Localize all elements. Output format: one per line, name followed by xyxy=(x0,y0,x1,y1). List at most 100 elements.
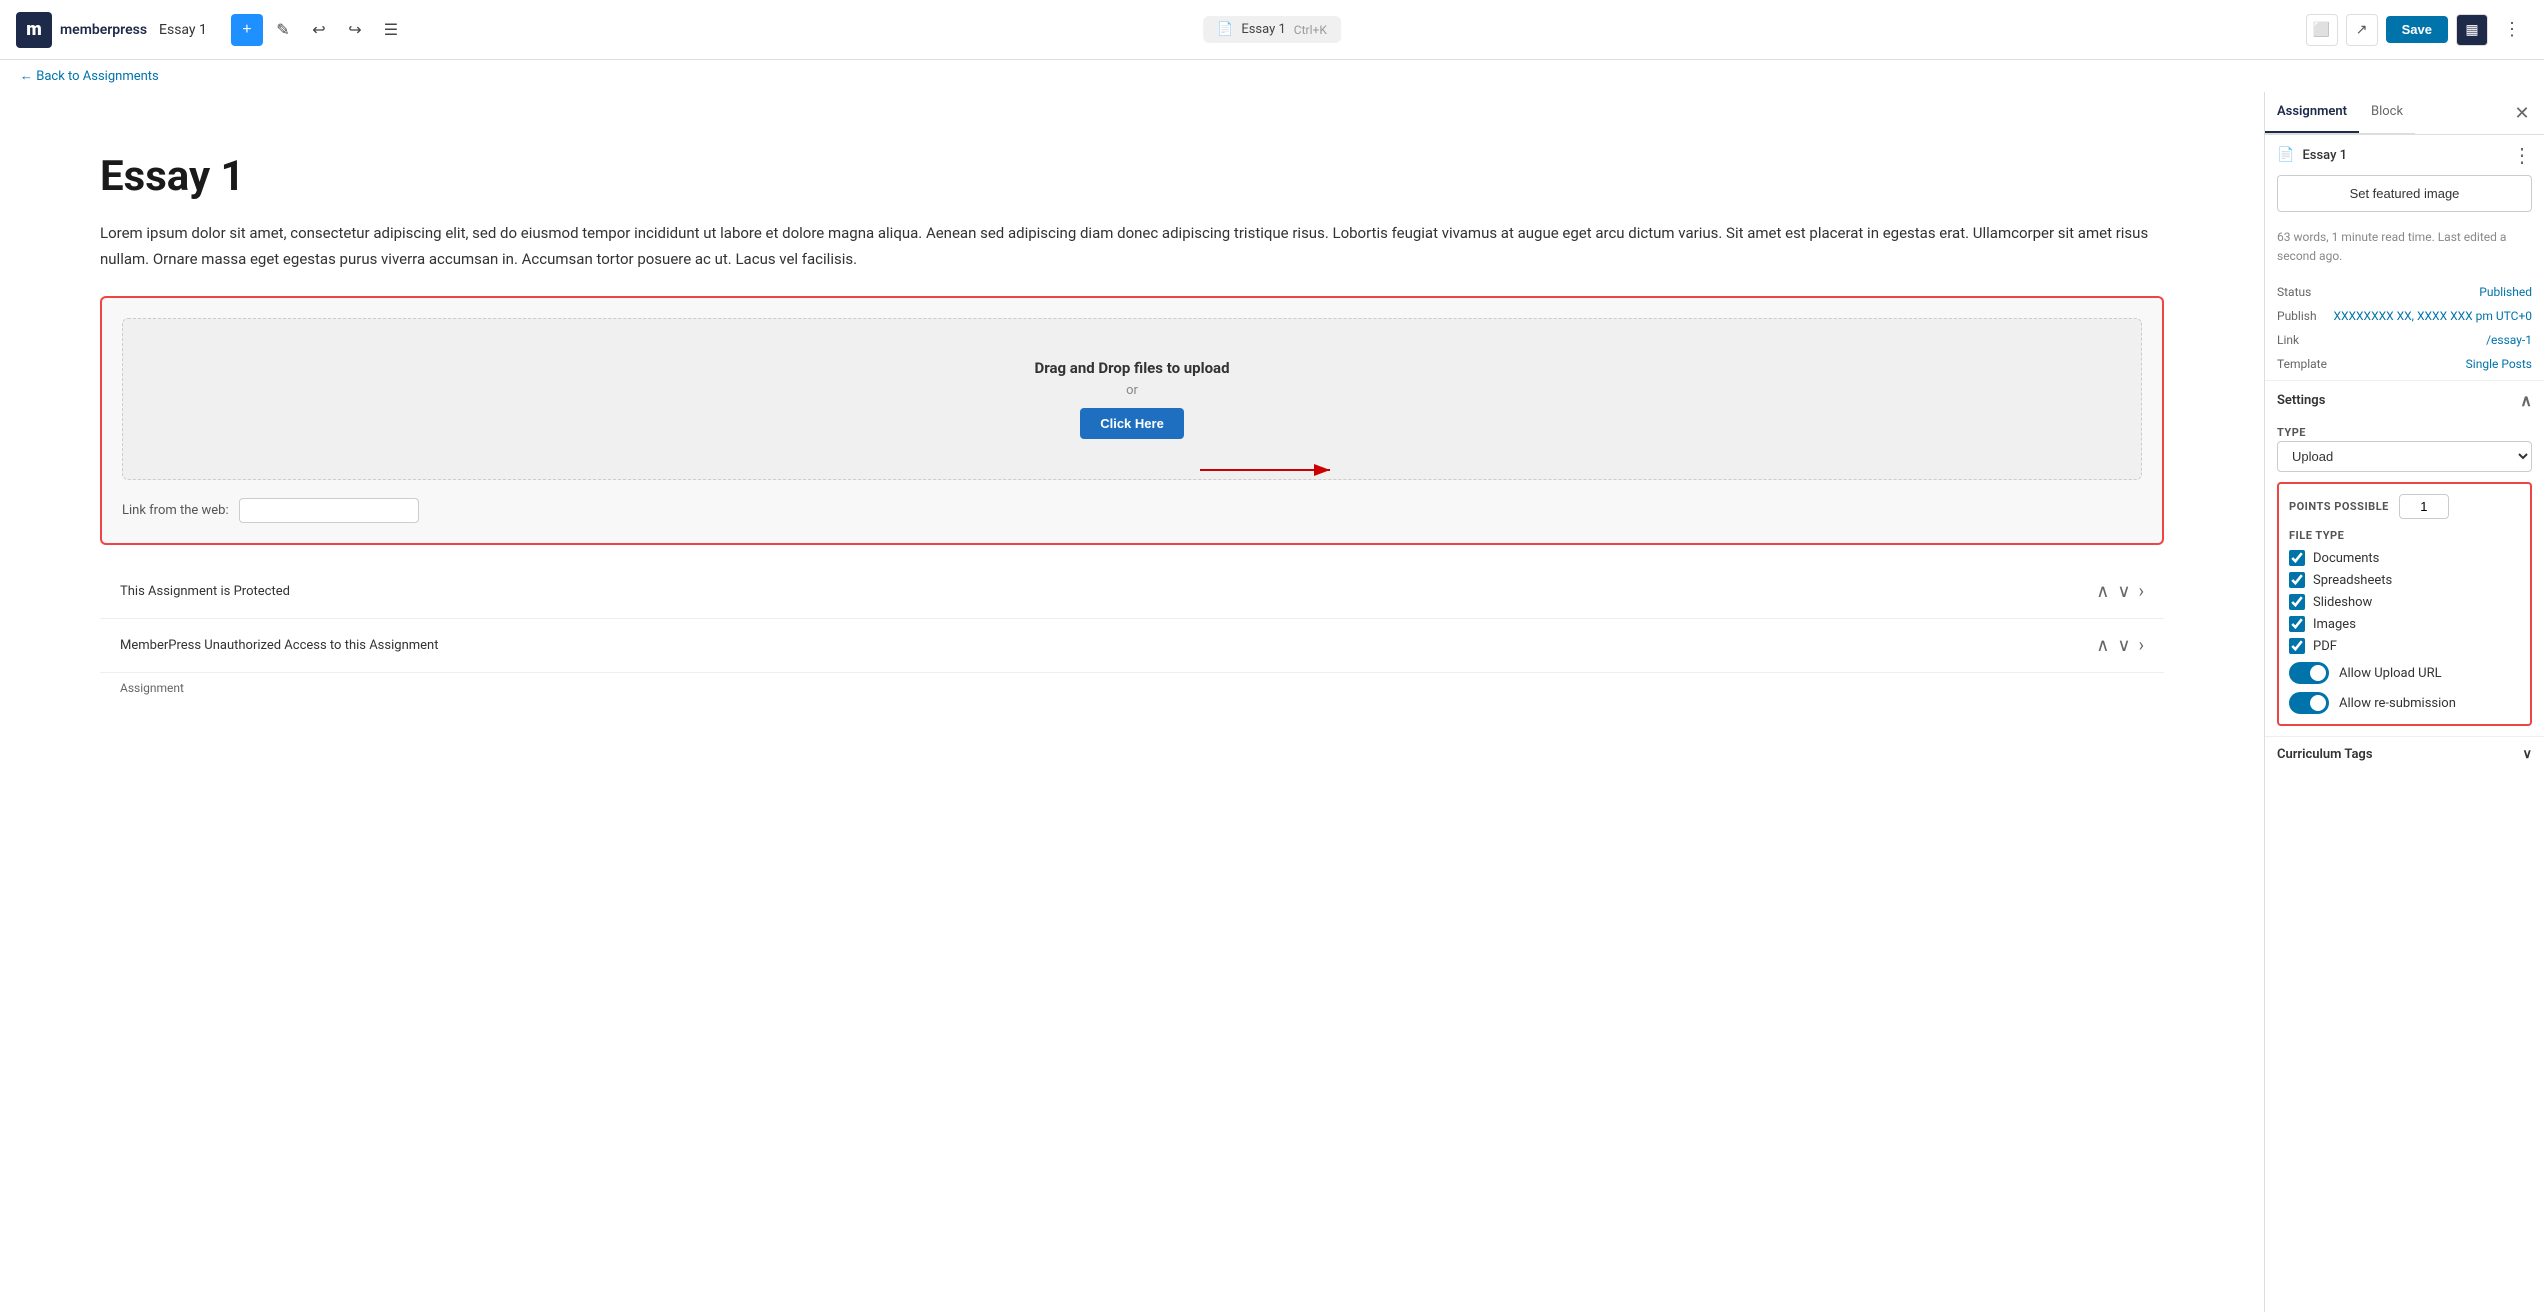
slideshow-label: Slideshow xyxy=(2313,595,2372,610)
keyboard-shortcut: Ctrl+K xyxy=(1294,23,1327,37)
editor-area: Essay 1 Lorem ipsum dolor sit amet, cons… xyxy=(0,92,2264,1312)
drop-zone[interactable]: Drag and Drop files to upload or Click H… xyxy=(122,318,2142,480)
link-from-web-label: Link from the web: xyxy=(122,503,229,518)
collapse-right-icon-2[interactable]: › xyxy=(2139,635,2144,656)
link-value[interactable]: /essay-1 xyxy=(2486,333,2532,347)
undo-button[interactable]: ↩ xyxy=(303,14,335,46)
sidebar-toggle-button[interactable]: ▦ xyxy=(2456,14,2488,46)
sidebar-tabs: Assignment Block xyxy=(2265,92,2415,134)
pdf-checkbox[interactable] xyxy=(2289,638,2305,654)
preview-button[interactable]: ⬜ xyxy=(2306,14,2338,46)
toolbar-icons: + ✎ ↩ ↪ ☰ xyxy=(231,14,407,46)
right-sidebar: Assignment Block ✕ 📄 Essay 1 ⋮ Set featu… xyxy=(2264,92,2544,1312)
settings-label: Settings xyxy=(2277,393,2325,408)
accordion-protected[interactable]: This Assignment is Protected ∧ ∨ › xyxy=(100,565,2164,619)
collapse-right-icon[interactable]: › xyxy=(2139,581,2144,602)
meta-info: 63 words, 1 minute read time. Last edite… xyxy=(2265,224,2544,276)
pencil-button[interactable]: ✎ xyxy=(267,14,299,46)
pdf-label: PDF xyxy=(2313,639,2337,654)
status-value[interactable]: Published xyxy=(2479,285,2532,299)
drop-zone-or: or xyxy=(143,383,2121,398)
highlighted-settings-box: POINTS POSSIBLE FILE TYPE Documents Spre… xyxy=(2277,482,2532,726)
template-label: Template xyxy=(2277,357,2327,371)
post-title[interactable]: Essay 1 xyxy=(100,152,2164,201)
link-from-web-input[interactable] xyxy=(239,498,419,523)
checkbox-documents: Documents xyxy=(2289,550,2520,566)
accordion-unauthorized[interactable]: MemberPress Unauthorized Access to this … xyxy=(100,619,2164,673)
featured-image-button[interactable]: Set featured image xyxy=(2277,175,2532,212)
click-here-button[interactable]: Click Here xyxy=(1080,408,1184,439)
redo-button[interactable]: ↪ xyxy=(339,14,371,46)
spreadsheets-checkbox[interactable] xyxy=(2289,572,2305,588)
upload-block: Drag and Drop files to upload or Click H… xyxy=(100,296,2164,545)
assignment-label: Assignment xyxy=(100,673,2164,703)
points-row: POINTS POSSIBLE xyxy=(2289,494,2520,519)
center-document-label[interactable]: 📄 Essay 1 Ctrl+K xyxy=(1203,16,1341,43)
unauthorized-label: MemberPress Unauthorized Access to this … xyxy=(120,638,438,653)
right-bar: ⬜ ↗ Save ▦ ⋮ xyxy=(2306,14,2528,46)
top-bar: m memberpress Essay 1 + ✎ ↩ ↪ ☰ 📄 Essay … xyxy=(0,0,2544,60)
external-link-button[interactable]: ↗ xyxy=(2346,14,2378,46)
type-select[interactable]: Upload Text Quiz xyxy=(2277,441,2532,472)
logo-area: m memberpress Essay 1 xyxy=(16,12,207,48)
template-row: Template Single Posts xyxy=(2277,352,2532,376)
drop-zone-title: Drag and Drop files to upload xyxy=(143,359,2121,377)
allow-upload-url-label: Allow Upload URL xyxy=(2339,666,2442,681)
link-row: Link /essay-1 xyxy=(2277,328,2532,352)
publish-label: Publish xyxy=(2277,309,2317,323)
doc-more-button[interactable]: ⋮ xyxy=(2512,143,2532,167)
file-type-label: FILE TYPE xyxy=(2289,529,2520,542)
template-value[interactable]: Single Posts xyxy=(2466,357,2532,371)
checkbox-images: Images xyxy=(2289,616,2520,632)
protected-label: This Assignment is Protected xyxy=(120,584,290,599)
documents-label: Documents xyxy=(2313,551,2379,566)
documents-checkbox[interactable] xyxy=(2289,550,2305,566)
publish-value[interactable]: XXXXXXXX XX, XXXX XXX pm UTC+0 xyxy=(2333,309,2532,323)
doc-icon-title: 📄 Essay 1 xyxy=(2277,147,2347,163)
accordion-arrows: ∧ ∨ › xyxy=(2096,581,2144,602)
checkbox-slideshow: Slideshow xyxy=(2289,594,2520,610)
collapse-up-icon[interactable]: ∧ xyxy=(2096,581,2109,602)
images-label: Images xyxy=(2313,617,2356,632)
accordion-arrows-2: ∧ ∨ › xyxy=(2096,635,2144,656)
link-from-web-row: Link from the web: xyxy=(122,498,2142,523)
curriculum-section[interactable]: Curriculum Tags ∨ xyxy=(2265,736,2544,772)
type-label: TYPE xyxy=(2265,420,2544,441)
points-input[interactable] xyxy=(2399,494,2449,519)
sidebar-close-button[interactable]: ✕ xyxy=(2504,95,2540,131)
more-options-button[interactable]: ⋮ xyxy=(2496,14,2528,46)
link-label: Link xyxy=(2277,333,2299,347)
slideshow-checkbox[interactable] xyxy=(2289,594,2305,610)
page-title-top: Essay 1 xyxy=(159,22,207,38)
status-row: Status Published xyxy=(2277,280,2532,304)
allow-upload-url-row: Allow Upload URL xyxy=(2289,662,2520,684)
spreadsheets-label: Spreadsheets xyxy=(2313,573,2392,588)
allow-resubmission-row: Allow re-submission xyxy=(2289,692,2520,714)
images-checkbox[interactable] xyxy=(2289,616,2305,632)
back-to-assignments-link[interactable]: ← Back to Assignments xyxy=(0,60,2544,92)
meta-table: Status Published Publish XXXXXXXX XX, XX… xyxy=(2265,276,2544,380)
brand-name: memberpress xyxy=(60,22,147,38)
checkbox-spreadsheets: Spreadsheets xyxy=(2289,572,2520,588)
tab-block[interactable]: Block xyxy=(2359,92,2415,133)
doc-page-icon: 📄 xyxy=(2277,147,2294,163)
doc-header-row: 📄 Essay 1 ⋮ xyxy=(2265,135,2544,175)
curriculum-collapse-icon[interactable]: ∨ xyxy=(2522,747,2532,762)
allow-resubmission-toggle[interactable] xyxy=(2289,692,2329,714)
publish-row: Publish XXXXXXXX XX, XXXX XXX pm UTC+0 xyxy=(2277,304,2532,328)
sidebar-tabs-row: Assignment Block ✕ xyxy=(2265,92,2544,135)
collapse-down-icon[interactable]: ∨ xyxy=(2117,581,2130,602)
settings-header[interactable]: Settings ∧ xyxy=(2265,380,2544,420)
center-title: Essay 1 xyxy=(1241,22,1285,37)
save-button[interactable]: Save xyxy=(2386,16,2448,43)
status-label: Status xyxy=(2277,285,2311,299)
collapse-up-icon-2[interactable]: ∧ xyxy=(2096,635,2109,656)
logo-icon: m xyxy=(16,12,52,48)
collapse-down-icon-2[interactable]: ∨ xyxy=(2117,635,2130,656)
add-block-button[interactable]: + xyxy=(231,14,263,46)
settings-collapse-icon[interactable]: ∧ xyxy=(2520,391,2532,410)
tab-assignment[interactable]: Assignment xyxy=(2265,92,2359,133)
allow-upload-url-toggle[interactable] xyxy=(2289,662,2329,684)
list-view-button[interactable]: ☰ xyxy=(375,14,407,46)
post-body[interactable]: Lorem ipsum dolor sit amet, consectetur … xyxy=(100,221,2164,272)
